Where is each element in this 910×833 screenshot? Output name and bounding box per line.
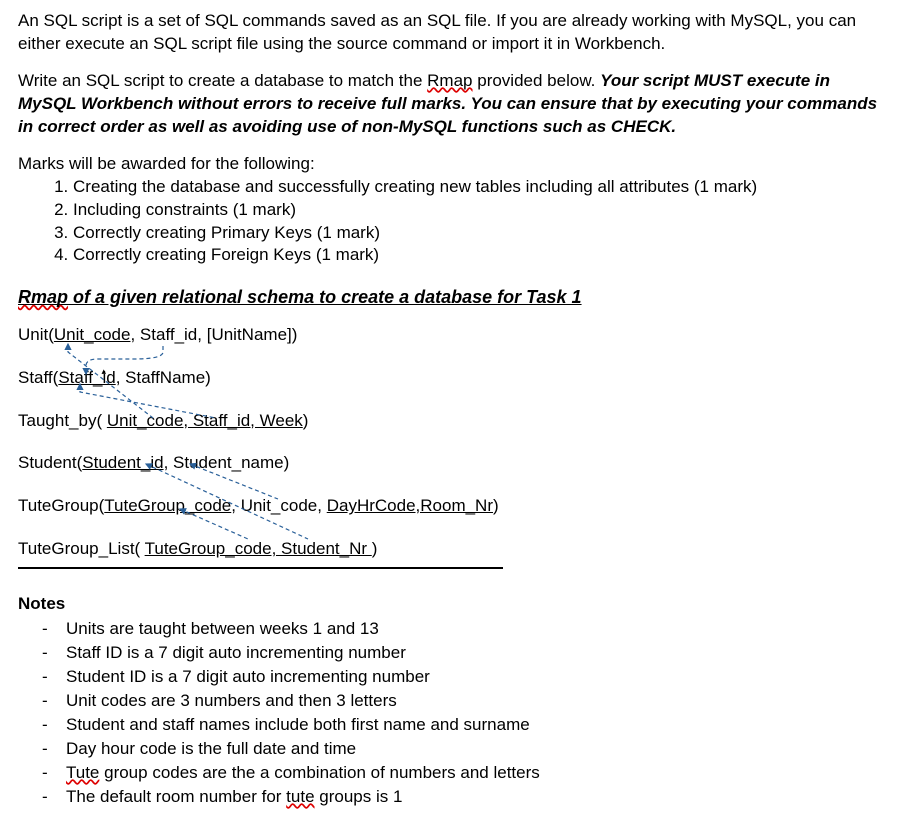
staff-pk: Staff_ <box>58 368 102 387</box>
tute-squiggle-1: Tute <box>66 763 99 782</box>
intro-text-2a: Write an SQL script to create a database… <box>18 71 427 90</box>
unit-staffid: Staff_id <box>140 325 197 344</box>
notes-item-8: The default room number for tute groups … <box>70 786 892 809</box>
student-name-attr: Student_name <box>173 453 284 472</box>
intro-para-1: An SQL script is a set of SQL commands s… <box>18 10 892 56</box>
student-pk: Student_id <box>82 453 163 472</box>
rmap-squiggle: Rmap <box>427 71 472 90</box>
unit-name-opt: [UnitName] <box>207 325 292 344</box>
marks-intro: Marks will be awarded for the following: <box>18 153 892 176</box>
divider-line <box>18 567 503 569</box>
student-prefix: Student( <box>18 453 82 472</box>
intro-para-2: Write an SQL script to create a database… <box>18 70 892 139</box>
tg-pk: TuteGroup_code <box>104 496 231 515</box>
heading-rest: of a given relational schema to create a… <box>68 287 582 307</box>
unit-prefix: Unit( <box>18 325 54 344</box>
tg-dayhr: DayHrCode,Room_Nr <box>327 496 493 515</box>
notes-item-4: Unit codes are 3 numbers and then 3 lett… <box>70 690 892 713</box>
staff-name: StaffName <box>125 368 205 387</box>
marks-item-4: Correctly creating Foreign Keys (1 mark) <box>73 244 892 267</box>
schema-staff: Staff(Staff_▴id, StaffName) <box>18 367 892 390</box>
schema-tutegroup: TuteGroup(TuteGroup_code, Unit_code, Day… <box>18 495 892 518</box>
notes-item-1: Units are taught between weeks 1 and 13 <box>70 618 892 641</box>
taught-pk: Unit_code, Staff_id, Week <box>107 411 303 430</box>
marks-item-3: Correctly creating Primary Keys (1 mark) <box>73 222 892 245</box>
notes-item-5: Student and staff names include both fir… <box>70 714 892 737</box>
tute-squiggle-2: tute <box>286 787 314 806</box>
notes-list: Units are taught between weeks 1 and 13 … <box>70 618 892 809</box>
marks-item-2: Including constraints (1 mark) <box>73 199 892 222</box>
schema-taughtby: Taught_by( Unit_code, Staff_id, Week) <box>18 410 892 433</box>
marks-item-1: Creating the database and successfully c… <box>73 176 892 199</box>
notes-item-2: Staff ID is a 7 digit auto incrementing … <box>70 642 892 665</box>
taught-prefix: Taught_by( <box>18 411 107 430</box>
notes-item-3: Student ID is a 7 digit auto incrementin… <box>70 666 892 689</box>
marks-list: Creating the database and successfully c… <box>73 176 892 268</box>
schema-tglist: TuteGroup_List( TuteGroup_code, Student_… <box>18 538 892 561</box>
tg-unitcode: Unit_code <box>241 496 318 515</box>
intro-text-2c: provided below. <box>473 71 601 90</box>
notes-heading: Notes <box>18 593 892 616</box>
schema-block: Unit(Unit_code, Staff_id, [UnitName]) St… <box>18 324 892 562</box>
tgl-prefix: TuteGroup_List( <box>18 539 145 558</box>
schema-heading: Rmap of a given relational schema to cre… <box>18 285 892 309</box>
notes-item-6: Day hour code is the full date and time <box>70 738 892 761</box>
rmap-heading-squiggle: Rmap <box>18 287 68 307</box>
notes-item-7: Tute group codes are the a combination o… <box>70 762 892 785</box>
staff-prefix: Staff( <box>18 368 58 387</box>
intro-text-1: An SQL script is a set of SQL commands s… <box>18 11 856 53</box>
schema-student: Student(Student_id, Student_name) <box>18 452 892 475</box>
staff-pk-id: ▴id <box>102 368 115 387</box>
tgl-pk: TuteGroup_code, Student_Nr <box>145 539 372 558</box>
schema-unit: Unit(Unit_code, Staff_id, [UnitName]) <box>18 324 892 347</box>
tg-prefix: TuteGroup( <box>18 496 104 515</box>
unit-pk: Unit_code <box>54 325 131 344</box>
